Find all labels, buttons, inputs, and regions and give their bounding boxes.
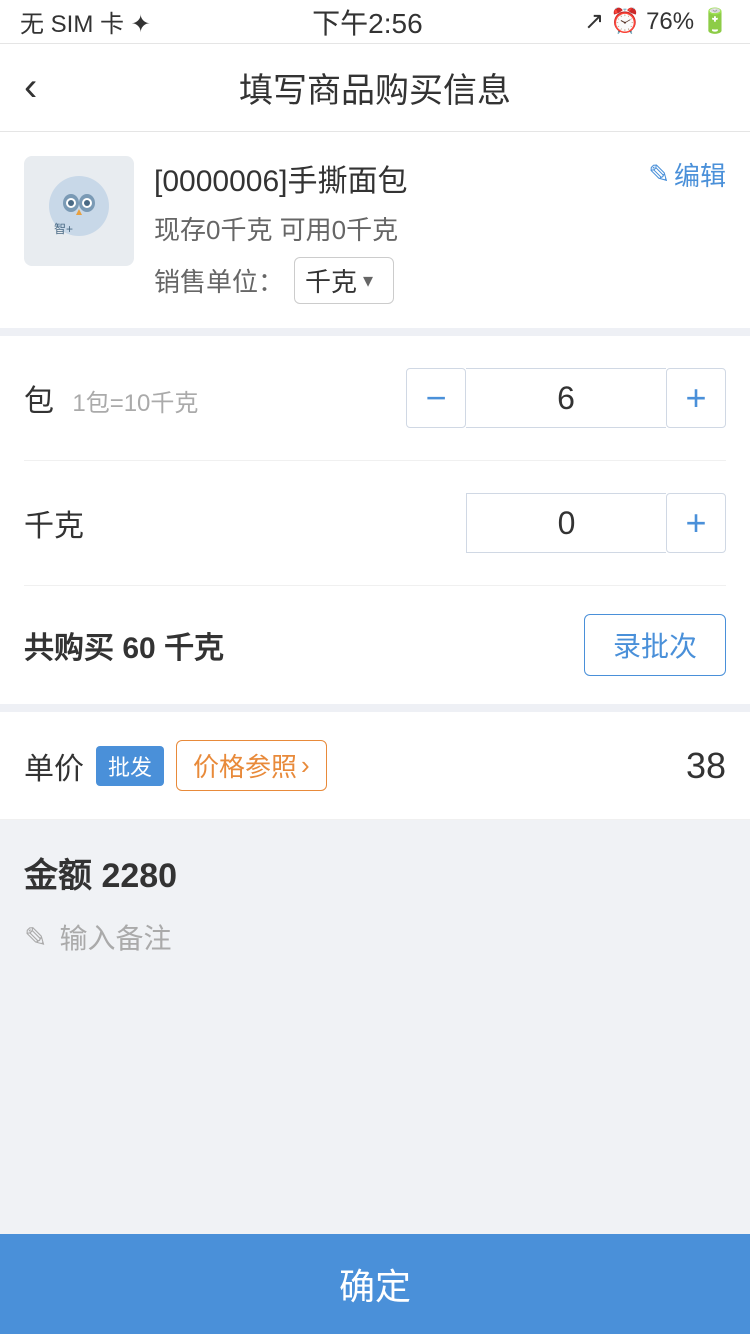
kg-qty-input[interactable] (466, 493, 666, 553)
price-section: 单价 批发 价格参照 › 38 (0, 712, 750, 820)
price-ref-button[interactable]: 价格参照 › (176, 740, 327, 791)
kg-qty-control: + (466, 493, 726, 553)
price-label: 单价 批发 价格参照 › (24, 740, 327, 791)
price-ref-arrow: › (301, 750, 310, 781)
price-value: 38 (686, 745, 726, 787)
product-info: [0000006]手撕面包 现存0千克 可用0千克 销售单位： 千克 ▾ (154, 156, 628, 304)
batch-button[interactable]: 录批次 (584, 614, 726, 676)
spacer (0, 977, 750, 1234)
nav-bar: ‹ 填写商品购买信息 (0, 44, 750, 132)
product-logo: 智+ (44, 171, 114, 251)
unit-value: 千克 (305, 262, 357, 299)
product-image: 智+ (24, 156, 134, 266)
price-badge: 批发 (96, 746, 164, 786)
total-amount: 60 (122, 632, 155, 665)
pack-minus-button[interactable]: − (406, 368, 466, 428)
pack-plus-button[interactable]: + (666, 368, 726, 428)
note-label: 输入备注 (59, 917, 171, 957)
kg-qty-row: 千克 + (24, 461, 726, 586)
page-title: 填写商品购买信息 (239, 63, 511, 112)
pack-qty-input[interactable] (466, 368, 666, 428)
status-bar: 无 SIM 卡 ✦ 下午2:56 ↗ ⏰ 76% 🔋 (0, 0, 750, 44)
pack-hint: 1包=10千克 (72, 390, 198, 417)
status-time: 下午2:56 (312, 2, 423, 42)
pack-section: 包 1包=10千克 − + (0, 336, 750, 461)
edit-icon: ✎ (648, 159, 670, 190)
note-row[interactable]: ✎ 输入备注 (24, 917, 726, 957)
status-left: 无 SIM 卡 ✦ (20, 4, 151, 39)
sim-label: 无 SIM 卡 ✦ (20, 4, 151, 39)
battery-icon: 🔋 (700, 7, 730, 36)
svg-text:智+: 智+ (54, 221, 73, 236)
location-icon: ↗ (584, 7, 604, 36)
unit-select[interactable]: 千克 ▾ (294, 257, 394, 304)
pack-label: 包 1包=10千克 (24, 376, 406, 420)
total-row: 共购买 60 千克 录批次 (0, 586, 750, 712)
total-text: 共购买 60 千克 (24, 623, 224, 667)
product-stock: 现存0千克 可用0千克 (154, 210, 628, 247)
kg-label: 千克 (24, 501, 466, 545)
kg-section: 千克 + (0, 461, 750, 586)
product-unit-row: 销售单位： 千克 ▾ (154, 257, 628, 304)
confirm-button[interactable]: 确定 (0, 1234, 750, 1334)
edit-button[interactable]: ✎ 编辑 (648, 156, 726, 193)
edit-label: 编辑 (674, 156, 726, 193)
unit-dropdown-arrow: ▾ (363, 268, 373, 293)
product-section: 智+ [0000006]手撕面包 现存0千克 可用0千克 销售单位： 千克 ▾ … (0, 132, 750, 336)
pencil-icon: ✎ (24, 921, 47, 954)
kg-plus-button[interactable]: + (666, 493, 726, 553)
back-button[interactable]: ‹ (24, 65, 37, 110)
pack-qty-control: − + (406, 368, 726, 428)
product-name: [0000006]手撕面包 (154, 156, 628, 200)
status-right: ↗ ⏰ 76% 🔋 (584, 7, 730, 36)
amount-row: 金额 2280 (24, 848, 726, 897)
amount-value: 2280 (101, 857, 177, 895)
alarm-icon: ⏰ (610, 7, 640, 36)
unit-label: 销售单位： (154, 262, 284, 299)
battery-label: 76% (646, 8, 694, 36)
amount-section: 金额 2280 ✎ 输入备注 (0, 820, 750, 977)
pack-qty-row: 包 1包=10千克 − + (24, 336, 726, 461)
